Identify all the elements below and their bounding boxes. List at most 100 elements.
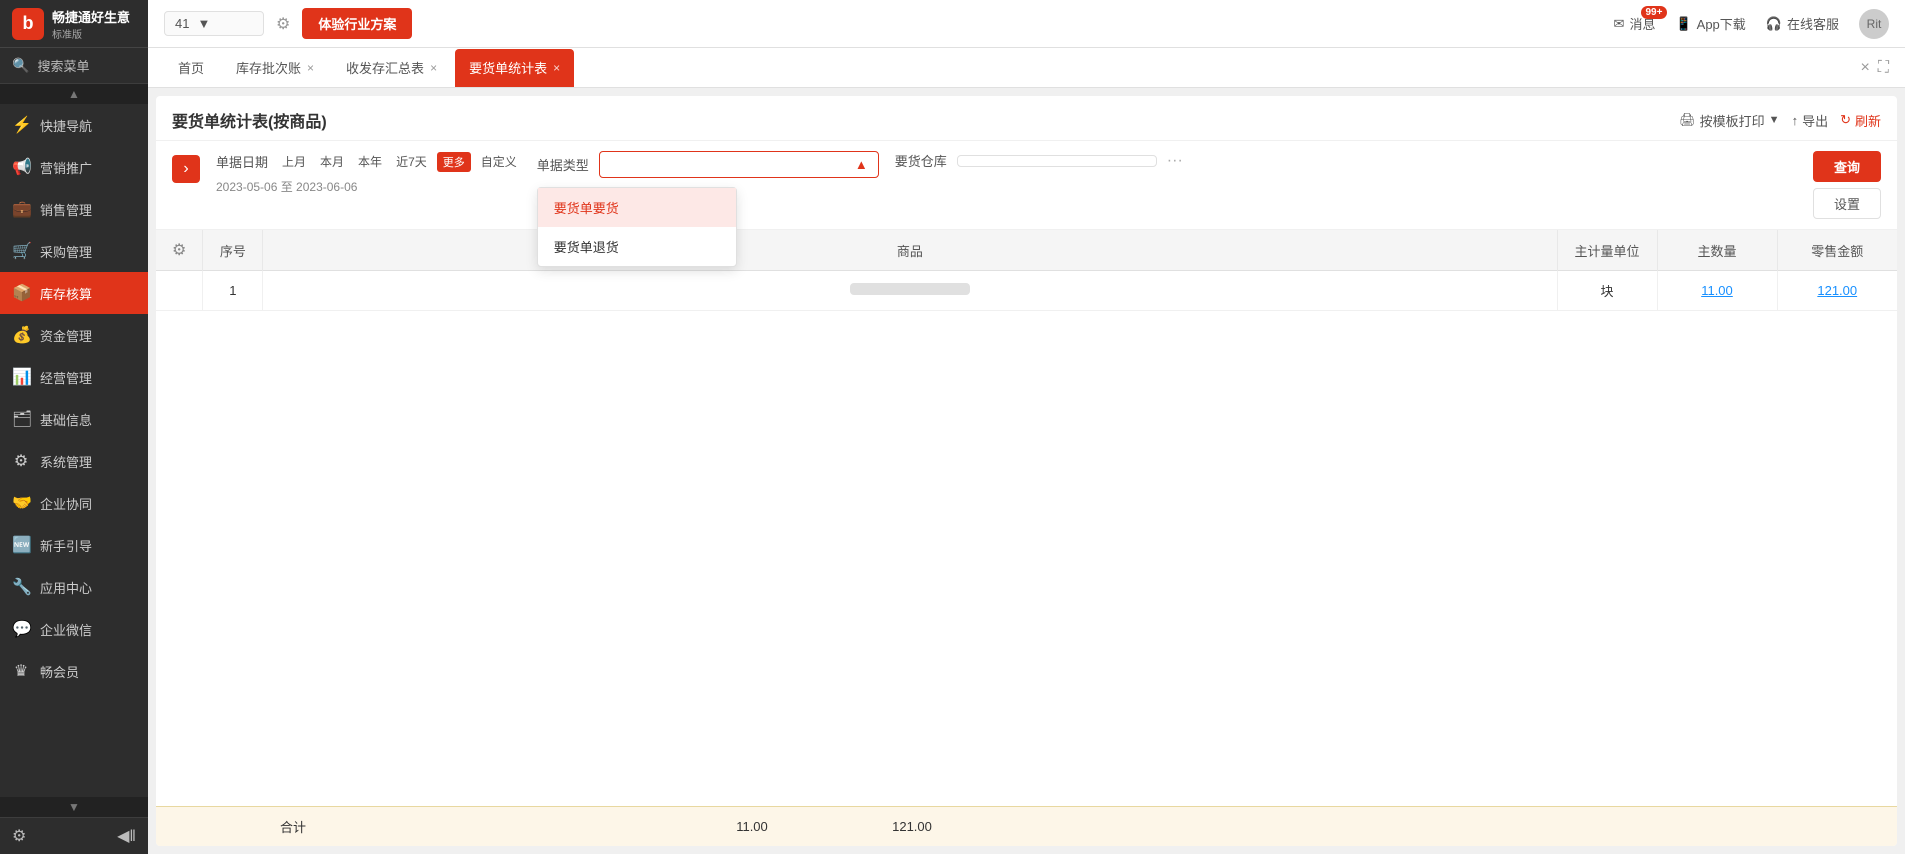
sidebar-item-basic-info[interactable]: 🗂 基础信息 xyxy=(0,398,148,440)
export-icon: ↑ xyxy=(1792,113,1799,128)
sidebar-item-label: 应用中心 xyxy=(40,578,92,597)
finance-icon: 💰 xyxy=(12,325,30,345)
cell-qty: 11.00 xyxy=(1657,271,1777,311)
query-btn[interactable]: 查询 xyxy=(1813,151,1881,182)
data-table: ⚙ 序号 商品 主计量单位 主数量 零售金额 1 xyxy=(156,230,1897,311)
date-last-month[interactable]: 上月 xyxy=(278,151,310,172)
tab-home-label: 首页 xyxy=(178,58,204,77)
sidebar-item-marketing[interactable]: 📢 营销推广 xyxy=(0,146,148,188)
search-icon: 🔍 xyxy=(12,57,29,74)
warehouse-select[interactable] xyxy=(957,155,1157,167)
tab-receivable-summary[interactable]: 收发存汇总表 × xyxy=(332,49,451,87)
table-container: ⚙ 序号 商品 主计量单位 主数量 零售金额 1 xyxy=(156,230,1897,806)
sidebar-item-inventory[interactable]: 📦 库存核算 xyxy=(0,272,148,314)
filter-type-row: 单据类型 ▲ xyxy=(537,151,879,178)
audio-icon[interactable]: ◀‖ xyxy=(117,826,136,846)
refresh-btn[interactable]: ↻ 刷新 xyxy=(1840,111,1881,130)
messages-btn[interactable]: ✉ 消息 99+ xyxy=(1614,14,1656,33)
sidebar-nav: ⚡ 快捷导航 📢 营销推广 💼 销售管理 🛒 采购管理 📦 库存核算 💰 资金管… xyxy=(0,104,148,797)
members-icon: ♛ xyxy=(12,661,30,681)
sidebar-footer: ⚙ ◀‖ xyxy=(0,817,148,854)
tab-expand-icon[interactable]: ⛶ xyxy=(1878,59,1889,77)
online-service-btn[interactable]: 🎧 在线客服 xyxy=(1766,14,1839,33)
page-content: 要货单统计表(按商品) 🖨 按模板打印 ▼ ↑ 导出 ↻ 刷新 xyxy=(156,96,1897,846)
amount-link[interactable]: 121.00 xyxy=(1817,283,1857,298)
company-selector[interactable]: 41 ▼ xyxy=(164,11,264,36)
app-download-label: App下载 xyxy=(1697,14,1746,33)
tab-order-stat[interactable]: 要货单统计表 × xyxy=(455,49,574,87)
sidebar-item-label: 快捷导航 xyxy=(40,116,92,135)
sidebar-item-members[interactable]: ♛ 畅会员 xyxy=(0,650,148,692)
type-select[interactable]: ▲ xyxy=(599,151,879,178)
sidebar-item-purchase[interactable]: 🛒 采购管理 xyxy=(0,230,148,272)
cell-unit: 块 xyxy=(1557,271,1657,311)
message-badge: 99+ xyxy=(1641,6,1668,19)
col-header-goods: 商品 xyxy=(263,230,1557,271)
export-btn[interactable]: ↑ 导出 xyxy=(1792,111,1829,130)
sidebar-item-quick-nav[interactable]: ⚡ 快捷导航 xyxy=(0,104,148,146)
chevron-right-icon: › xyxy=(183,160,188,178)
col-header-num: 序号 xyxy=(203,230,263,271)
col-header-qty: 主数量 xyxy=(1657,230,1777,271)
page-actions: 🖨 按模板打印 ▼ ↑ 导出 ↻ 刷新 xyxy=(1679,111,1881,130)
inventory-icon: 📦 xyxy=(12,283,30,303)
purchase-icon: 🛒 xyxy=(12,241,30,261)
type-dropdown-menu: 要货单要货 要货单退货 xyxy=(537,187,737,267)
app-center-icon: 🔧 xyxy=(12,577,30,597)
sidebar-item-wechat[interactable]: 💬 企业微信 xyxy=(0,608,148,650)
sales-icon: 💼 xyxy=(12,199,30,219)
avatar-text: Rit xyxy=(1867,17,1882,31)
sidebar-item-label: 畅会员 xyxy=(40,662,79,681)
table-row: 1 块 11.00 121.00 xyxy=(156,271,1897,311)
sidebar-item-operations[interactable]: 📊 经营管理 xyxy=(0,356,148,398)
cell-num: 1 xyxy=(203,271,263,311)
sidebar-item-label: 库存核算 xyxy=(40,284,92,303)
scroll-up-btn[interactable]: ▲ xyxy=(0,84,148,104)
trial-industry-btn[interactable]: 体验行业方案 xyxy=(302,8,412,39)
settings-footer-icon[interactable]: ⚙ xyxy=(12,826,26,846)
search-menu-item[interactable]: 🔍 搜索菜单 xyxy=(0,48,148,84)
user-avatar[interactable]: Rit xyxy=(1859,9,1889,39)
tab-home[interactable]: 首页 xyxy=(164,49,218,87)
date-this-month[interactable]: 本月 xyxy=(316,151,348,172)
dropdown-item-yaohuodanyaohuo[interactable]: 要货单要货 xyxy=(538,188,736,227)
cell-amount: 121.00 xyxy=(1777,271,1897,311)
app-download-btn[interactable]: 📱 App下载 xyxy=(1675,14,1745,33)
sidebar-item-system[interactable]: ⚙ 系统管理 xyxy=(0,440,148,482)
basic-info-icon: 🗂 xyxy=(12,409,30,429)
tab-receivable-summary-label: 收发存汇总表 xyxy=(346,58,424,77)
guide-icon: 🆕 xyxy=(12,535,30,555)
tab-inventory-batch-close[interactable]: × xyxy=(307,61,314,75)
warehouse-more-icon[interactable]: ··· xyxy=(1167,152,1183,170)
date-last-7-days[interactable]: 近7天 xyxy=(392,151,431,172)
date-custom-btn[interactable]: 自定义 xyxy=(477,151,521,172)
date-more-btn[interactable]: 更多 xyxy=(437,152,471,172)
settings-text-btn[interactable]: 设置 xyxy=(1813,188,1881,219)
table-footer: 合计 11.00 121.00 xyxy=(156,806,1897,846)
scroll-down-btn[interactable]: ▼ xyxy=(0,797,148,817)
col-header-amount: 零售金额 xyxy=(1777,230,1897,271)
sidebar-item-label: 新手引导 xyxy=(40,536,92,555)
tab-order-stat-close[interactable]: × xyxy=(553,61,560,75)
filter-date-range-row: 2023-05-06 至 2023-06-06 xyxy=(216,178,521,195)
tab-close-all-icon[interactable]: × xyxy=(1860,59,1869,77)
print-btn[interactable]: 🖨 按模板打印 ▼ xyxy=(1679,111,1779,130)
company-selector-value: 41 xyxy=(175,16,189,31)
quick-nav-icon: ⚡ xyxy=(12,115,30,135)
col-header-settings[interactable]: ⚙ xyxy=(156,230,203,271)
tab-order-stat-label: 要货单统计表 xyxy=(469,58,547,77)
dropdown-item-yaohuodantuihuo[interactable]: 要货单退货 xyxy=(538,227,736,266)
filter-expand-btn[interactable]: › xyxy=(172,155,200,183)
sidebar-item-guide[interactable]: 🆕 新手引导 xyxy=(0,524,148,566)
sidebar-item-sales[interactable]: 💼 销售管理 xyxy=(0,188,148,230)
date-this-year[interactable]: 本年 xyxy=(354,151,386,172)
settings-icon[interactable]: ⚙ xyxy=(276,14,290,34)
sidebar-item-enterprise[interactable]: 🤝 企业协同 xyxy=(0,482,148,524)
page-header: 要货单统计表(按商品) 🖨 按模板打印 ▼ ↑ 导出 ↻ 刷新 xyxy=(156,96,1897,141)
sidebar-item-finance[interactable]: 💰 资金管理 xyxy=(0,314,148,356)
cell-goods xyxy=(263,271,1557,311)
qty-link[interactable]: 11.00 xyxy=(1701,283,1733,298)
tab-inventory-batch[interactable]: 库存批次账 × xyxy=(222,49,328,87)
sidebar-item-app-center[interactable]: 🔧 应用中心 xyxy=(0,566,148,608)
tab-receivable-summary-close[interactable]: × xyxy=(430,61,437,75)
